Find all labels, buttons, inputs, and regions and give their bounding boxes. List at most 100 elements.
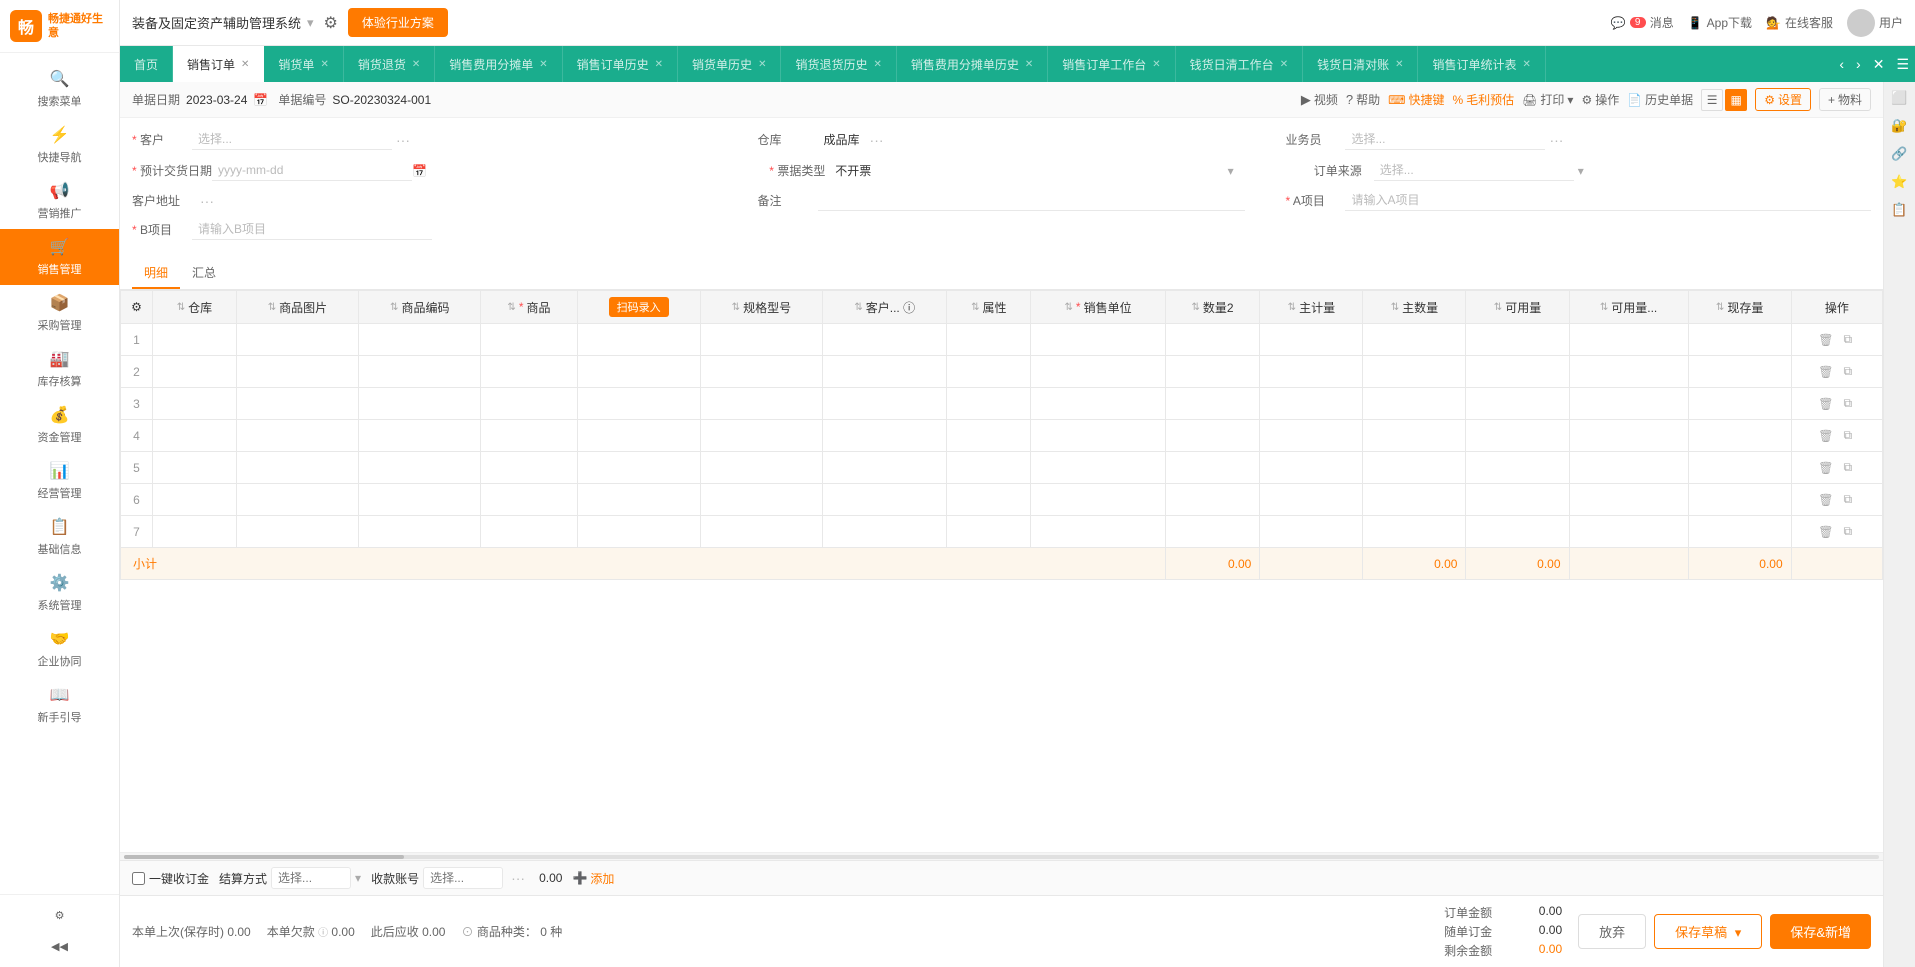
row-delete-3[interactable]: 🗑 — [1817, 395, 1835, 413]
payment-input[interactable] — [271, 867, 351, 889]
ticket-value[interactable]: 不开票 — [829, 159, 1223, 182]
user-item[interactable]: 用户 — [1847, 9, 1903, 37]
row-main-unit-6[interactable] — [1260, 484, 1363, 516]
row-available2-3[interactable] — [1569, 388, 1688, 420]
row-attribute-7[interactable] — [947, 516, 1031, 548]
row-customer-code-3[interactable] — [823, 388, 947, 420]
sidebar-item-finance[interactable]: 💰资金管理 — [0, 397, 119, 453]
row-main-qty-4[interactable] — [1363, 420, 1466, 452]
tab-1[interactable]: 销售订单✕ — [173, 46, 264, 82]
row-delete-7[interactable]: 🗑 — [1817, 523, 1835, 541]
row-qty2-4[interactable] — [1165, 420, 1260, 452]
number-value[interactable]: SO-20230324-001 — [332, 93, 431, 107]
row-attribute-1[interactable] — [947, 324, 1031, 356]
tab-close-2[interactable]: ✕ — [320, 59, 328, 70]
row-qty2-3[interactable] — [1165, 388, 1260, 420]
sidebar-item-quick[interactable]: ⚡快捷导航 — [0, 117, 119, 173]
row-main-qty-6[interactable] — [1363, 484, 1466, 516]
row-available2-4[interactable] — [1569, 420, 1688, 452]
row-delete-6[interactable]: 🗑 — [1817, 491, 1835, 509]
row-spec-6[interactable] — [700, 484, 822, 516]
sidebar-item-stock[interactable]: 🏭库存核算 — [0, 341, 119, 397]
row-warehouse-4[interactable] — [153, 420, 237, 452]
row-copy-5[interactable]: ⧉ — [1839, 459, 1857, 477]
row-scan-2[interactable] — [577, 356, 700, 388]
row-spec-1[interactable] — [700, 324, 822, 356]
this-order-info[interactable]: ⓘ — [318, 928, 328, 939]
row-unit-1[interactable] — [1031, 324, 1166, 356]
row-product-3[interactable] — [481, 388, 577, 420]
row-available2-7[interactable] — [1569, 516, 1688, 548]
row-delete-2[interactable]: 🗑 — [1817, 363, 1835, 381]
notification-item[interactable]: 💬 9 消息 — [1611, 14, 1674, 31]
row-available-2[interactable] — [1466, 356, 1569, 388]
scan-btn[interactable]: 扫码录入 — [609, 297, 669, 317]
account-more-btn[interactable]: ··· — [507, 870, 529, 886]
help-action[interactable]: ? 帮助 — [1346, 91, 1380, 108]
row-copy-3[interactable]: ⧉ — [1839, 395, 1857, 413]
collapse-btn[interactable]: ◀◀ — [8, 934, 111, 959]
row-scan-3[interactable] — [577, 388, 700, 420]
row-spec-2[interactable] — [700, 356, 822, 388]
sidebar-item-marketing[interactable]: 📢营销推广 — [0, 173, 119, 229]
row-unit-4[interactable] — [1031, 420, 1166, 452]
row-image-3[interactable] — [236, 388, 358, 420]
scroll-area[interactable] — [120, 852, 1883, 860]
sidebar-item-purchase[interactable]: 📦采购管理 — [0, 285, 119, 341]
tab-close-10[interactable]: ✕ — [1280, 59, 1288, 70]
row-scan-7[interactable] — [577, 516, 700, 548]
sidebar-item-enterprise[interactable]: 🤝企业协同 — [0, 621, 119, 677]
right-panel-btn-5[interactable]: 📋 — [1888, 198, 1912, 222]
tab-close-3[interactable]: ✕ — [412, 59, 420, 70]
row-customer-code-1[interactable] — [823, 324, 947, 356]
order-source-input[interactable] — [1374, 160, 1574, 181]
th-warehouse[interactable]: ⇅仓库 — [153, 291, 237, 324]
tab-close-7[interactable]: ✕ — [873, 59, 881, 70]
online-service-item[interactable]: 💁 在线客服 — [1766, 14, 1833, 31]
tab-close-5[interactable]: ✕ — [655, 59, 663, 70]
add-material-action[interactable]: + 物料 — [1819, 88, 1871, 111]
add-footer-btn[interactable]: ➕ 添加 — [572, 870, 614, 887]
tab-prev-btn[interactable]: ‹ — [1833, 46, 1850, 82]
row-warehouse-6[interactable] — [153, 484, 237, 516]
tab-summary[interactable]: 汇总 — [180, 258, 228, 289]
row-unit-5[interactable] — [1031, 452, 1166, 484]
row-scan-4[interactable] — [577, 420, 700, 452]
row-image-4[interactable] — [236, 420, 358, 452]
row-customer-code-6[interactable] — [823, 484, 947, 516]
row-available-3[interactable] — [1466, 388, 1569, 420]
sidebar-item-search[interactable]: 🔍搜索菜单 — [0, 61, 119, 117]
th-available[interactable]: ⇅可用量 — [1466, 291, 1569, 324]
row-qty2-7[interactable] — [1165, 516, 1260, 548]
date-value[interactable]: 2023-03-24 — [186, 93, 247, 107]
staff-input[interactable] — [1345, 129, 1545, 150]
row-product-2[interactable] — [481, 356, 577, 388]
sidebar-item-system[interactable]: ⚙️系统管理 — [0, 565, 119, 621]
th-current[interactable]: ⇅现存量 — [1688, 291, 1791, 324]
tab-12[interactable]: 销售订单统计表✕ — [1418, 46, 1545, 82]
row-copy-6[interactable]: ⧉ — [1839, 491, 1857, 509]
tab-7[interactable]: 销货退货历史✕ — [781, 46, 896, 82]
settings-action[interactable]: ⚙ 设置 — [1755, 88, 1811, 111]
tab-close-8[interactable]: ✕ — [1025, 59, 1033, 70]
row-qty2-5[interactable] — [1165, 452, 1260, 484]
tab-detail[interactable]: 明细 — [132, 258, 180, 289]
row-unit-6[interactable] — [1031, 484, 1166, 516]
row-product-6[interactable] — [481, 484, 577, 516]
draft-dropdown-arrow[interactable]: ▾ — [1735, 925, 1742, 940]
row-copy-2[interactable]: ⧉ — [1839, 363, 1857, 381]
row-qty2-1[interactable] — [1165, 324, 1260, 356]
th-main-qty[interactable]: ⇅主数量 — [1363, 291, 1466, 324]
row-image-1[interactable] — [236, 324, 358, 356]
th-unit[interactable]: ⇅*销售单位 — [1031, 291, 1166, 324]
note-input[interactable] — [818, 190, 1246, 211]
row-code-4[interactable] — [359, 420, 481, 452]
row-attribute-2[interactable] — [947, 356, 1031, 388]
row-unit-7[interactable] — [1031, 516, 1166, 548]
tab-9[interactable]: 销售订单工作台✕ — [1048, 46, 1175, 82]
date-calendar-icon[interactable]: 📅 — [253, 93, 268, 107]
history-action[interactable]: 📄 历史单据 — [1627, 91, 1693, 108]
row-warehouse-3[interactable] — [153, 388, 237, 420]
grid-view-btn[interactable]: ▦ — [1725, 89, 1747, 111]
row-delete-1[interactable]: 🗑 — [1817, 331, 1835, 349]
